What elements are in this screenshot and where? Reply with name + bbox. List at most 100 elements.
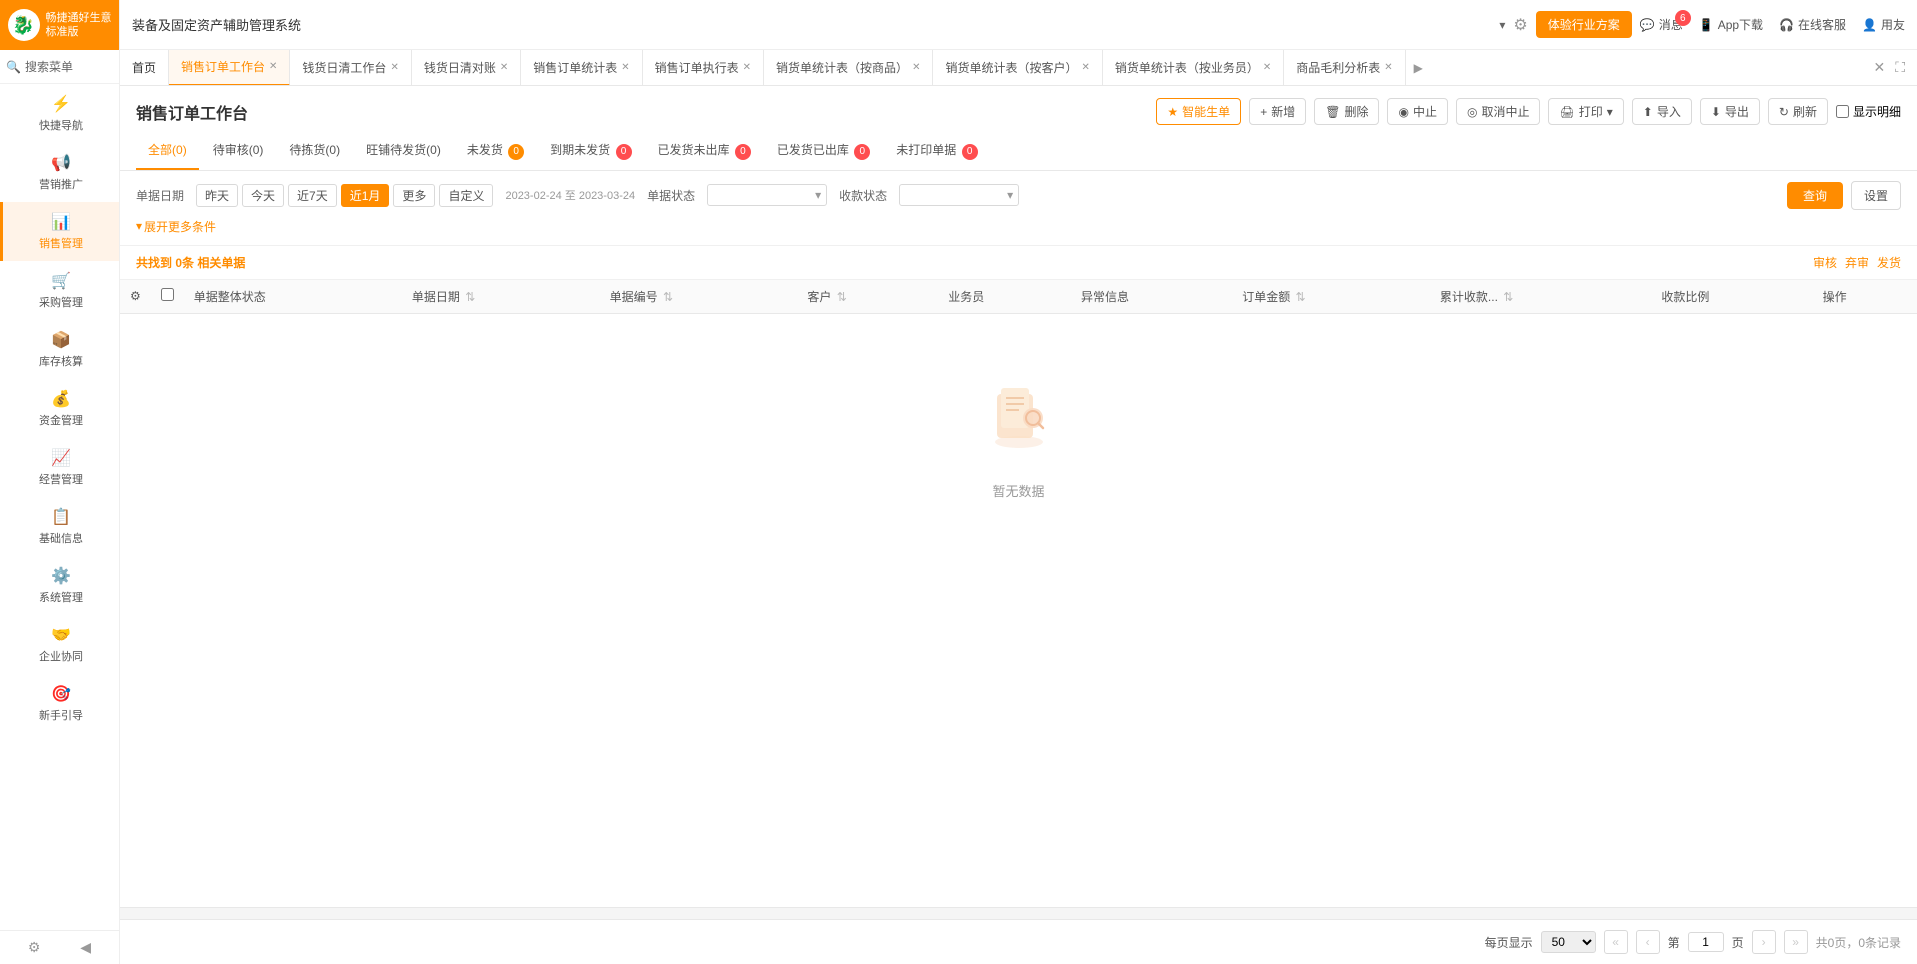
sidebar-item-inventory[interactable]: 📦 库存核算 xyxy=(0,320,119,379)
status-filter-select[interactable] xyxy=(707,184,827,206)
sidebar-item-marketing[interactable]: 📢 营销推广 xyxy=(0,143,119,202)
refresh-button[interactable]: ↻ 刷新 xyxy=(1768,98,1828,125)
topbar-gear-icon[interactable]: ⚙ xyxy=(1513,15,1527,35)
sidebar-item-basic[interactable]: 📋 基础信息 xyxy=(0,497,119,556)
batch-abandon-button[interactable]: 弃审 xyxy=(1845,254,1869,271)
sidebar-nav: ⚡ 快捷导航 📢 营销推广 📊 销售管理 🛒 采购管理 📦 库存核算 💰 资金管… xyxy=(0,84,119,733)
tabbar-more-button[interactable]: ▶ xyxy=(1406,61,1431,75)
tab-gross-profit[interactable]: 商品毛利分析表 ✕ xyxy=(1284,50,1405,86)
sidebar-item-cooperation[interactable]: 🤝 企业协同 xyxy=(0,615,119,674)
settings-bottom-icon[interactable]: ⚙ xyxy=(28,939,41,956)
delete-icon: 🗑 xyxy=(1325,105,1340,119)
sidebar-item-guide[interactable]: 🎯 新手引导 xyxy=(0,674,119,733)
col-number[interactable]: 单据编号 ⇅ xyxy=(600,280,798,314)
filter-date-1month[interactable]: 近1月 xyxy=(341,184,390,207)
cancel-stop-button[interactable]: ◎ 取消中止 xyxy=(1456,98,1541,125)
tab-sales-exec[interactable]: 销售订单执行表 ✕ xyxy=(643,50,764,86)
print-button[interactable]: 🖨 打印 ▾ xyxy=(1548,98,1623,125)
tab-close-sales-staff[interactable]: ✕ xyxy=(1263,62,1271,73)
quick-icon: ⚡ xyxy=(51,94,71,114)
tab-close-cash-daily[interactable]: ✕ xyxy=(390,62,398,73)
tab-close-all-icon[interactable]: ✕ xyxy=(1869,55,1889,80)
add-button[interactable]: + 新增 xyxy=(1249,98,1306,125)
batch-review-button[interactable]: 审核 xyxy=(1813,254,1837,271)
sidebar-search[interactable]: 🔍 搜索菜单 xyxy=(0,50,119,84)
col-customer[interactable]: 客户 ⇅ xyxy=(797,280,938,314)
industry-solution-button[interactable]: 体验行业方案 xyxy=(1536,11,1632,38)
first-page-button[interactable]: « xyxy=(1604,930,1628,954)
tab-sales-workbench[interactable]: 销售订单工作台 ✕ xyxy=(169,50,290,86)
show-detail-label[interactable]: 显示明细 xyxy=(1836,103,1901,120)
filter-date-custom[interactable]: 自定义 xyxy=(439,184,493,207)
star-icon: ★ xyxy=(1167,105,1178,119)
tab-cash-reconcile[interactable]: 钱货日清对账 ✕ xyxy=(412,50,521,86)
filter-date-today[interactable]: 今天 xyxy=(242,184,284,207)
user-menu-button[interactable]: 👤 用友 xyxy=(1862,16,1905,33)
col-checkbox[interactable] xyxy=(151,280,184,314)
query-button[interactable]: 查询 xyxy=(1787,182,1843,209)
batch-ship-button[interactable]: 发货 xyxy=(1877,254,1901,271)
message-button[interactable]: 💬 消息 6 xyxy=(1640,16,1683,33)
per-page-select[interactable]: 10 20 50 100 xyxy=(1541,931,1596,953)
show-detail-checkbox[interactable] xyxy=(1836,105,1849,118)
subtab-pending-pickup[interactable]: 待拣货(0) xyxy=(277,133,352,170)
tab-sales-staff[interactable]: 销货单统计表（按业务员） ✕ xyxy=(1103,50,1284,86)
subtab-overdue-not-shipped[interactable]: 到期未发货 0 xyxy=(538,133,643,170)
subtab-shipped-not-out[interactable]: 已发货未出库 0 xyxy=(646,133,763,170)
col-amount[interactable]: 订单金额 ⇅ xyxy=(1232,280,1430,314)
tab-sales-customer[interactable]: 销货单统计表（按客户） ✕ xyxy=(933,50,1102,86)
subtab-not-shipped[interactable]: 未发货 0 xyxy=(455,133,536,170)
col-settings[interactable]: ⚙ xyxy=(120,280,151,314)
tab-sales-stats[interactable]: 销售订单统计表 ✕ xyxy=(521,50,642,86)
tab-close-gross-profit[interactable]: ✕ xyxy=(1384,62,1392,73)
tab-close-sales-product[interactable]: ✕ xyxy=(912,62,920,73)
tab-close-sales-customer[interactable]: ✕ xyxy=(1081,62,1089,73)
prev-page-button[interactable]: ‹ xyxy=(1636,930,1660,954)
sidebar-item-system[interactable]: ⚙️ 系统管理 xyxy=(0,556,119,615)
payment-filter-select[interactable] xyxy=(899,184,1019,206)
subtab-pending-review[interactable]: 待审核(0) xyxy=(201,133,276,170)
collapse-icon[interactable]: ◀ xyxy=(80,939,91,956)
col-date[interactable]: 单据日期 ⇅ xyxy=(402,280,600,314)
filter-date-7days[interactable]: 近7天 xyxy=(288,184,337,207)
sidebar-item-quick[interactable]: ⚡ 快捷导航 xyxy=(0,84,119,143)
subtab-not-printed[interactable]: 未打印单据 0 xyxy=(884,133,989,170)
print-icon: 🖨 xyxy=(1559,105,1574,119)
payment-filter-label: 收款状态 xyxy=(839,187,887,204)
app-download-button[interactable]: 📱 App下载 xyxy=(1699,16,1763,33)
delete-button[interactable]: 🗑 删除 xyxy=(1314,98,1379,125)
tab-close-cash-reconcile[interactable]: ✕ xyxy=(500,62,508,73)
system-dropdown[interactable]: ▾ xyxy=(1499,18,1505,32)
sidebar-item-operation[interactable]: 📈 经营管理 xyxy=(0,438,119,497)
tab-close-sales-workbench[interactable]: ✕ xyxy=(269,61,277,72)
tab-sales-product[interactable]: 销货单统计表（按商品） ✕ xyxy=(764,50,933,86)
next-page-button[interactable]: › xyxy=(1752,930,1776,954)
setting-button[interactable]: 设置 xyxy=(1851,181,1901,210)
tab-cash-daily[interactable]: 钱货日清工作台 ✕ xyxy=(290,50,411,86)
smart-create-button[interactable]: ★ 智能生单 xyxy=(1156,98,1241,125)
expand-filter-button[interactable]: ▾ 展开更多条件 xyxy=(136,218,216,235)
tab-close-sales-exec[interactable]: ✕ xyxy=(743,62,751,73)
select-all-checkbox[interactable] xyxy=(161,288,174,301)
sidebar-item-sales[interactable]: 📊 销售管理 xyxy=(0,202,119,261)
export-button[interactable]: ⬇ 导出 xyxy=(1700,98,1760,125)
sidebar-item-finance[interactable]: 💰 资金管理 xyxy=(0,379,119,438)
subtab-all[interactable]: 全部(0) xyxy=(136,133,199,170)
tab-restore-icon[interactable]: ⛶ xyxy=(1891,55,1909,80)
subtab-wangpu[interactable]: 旺铺待发货(0) xyxy=(354,133,453,170)
subtab-shipped-out[interactable]: 已发货已出库 0 xyxy=(765,133,882,170)
filter-date-more[interactable]: 更多 xyxy=(393,184,435,207)
tab-home[interactable]: 首页 xyxy=(120,50,169,86)
stop-button[interactable]: ◉ 中止 xyxy=(1387,98,1448,125)
filter-date-yesterday[interactable]: 昨天 xyxy=(196,184,238,207)
page-input[interactable]: 1 xyxy=(1688,932,1724,952)
col-received[interactable]: 累计收款... ⇅ xyxy=(1430,280,1651,314)
last-page-button[interactable]: » xyxy=(1784,930,1808,954)
per-page-label: 每页显示 xyxy=(1485,934,1533,951)
horizontal-scrollbar[interactable] xyxy=(120,907,1917,919)
tab-close-sales-stats[interactable]: ✕ xyxy=(621,62,629,73)
import-button[interactable]: ⬆ 导入 xyxy=(1632,98,1692,125)
sort-date-icon: ⇅ xyxy=(465,290,475,304)
online-service-button[interactable]: 🎧 在线客服 xyxy=(1779,16,1846,33)
sidebar-item-purchase[interactable]: 🛒 采购管理 xyxy=(0,261,119,320)
